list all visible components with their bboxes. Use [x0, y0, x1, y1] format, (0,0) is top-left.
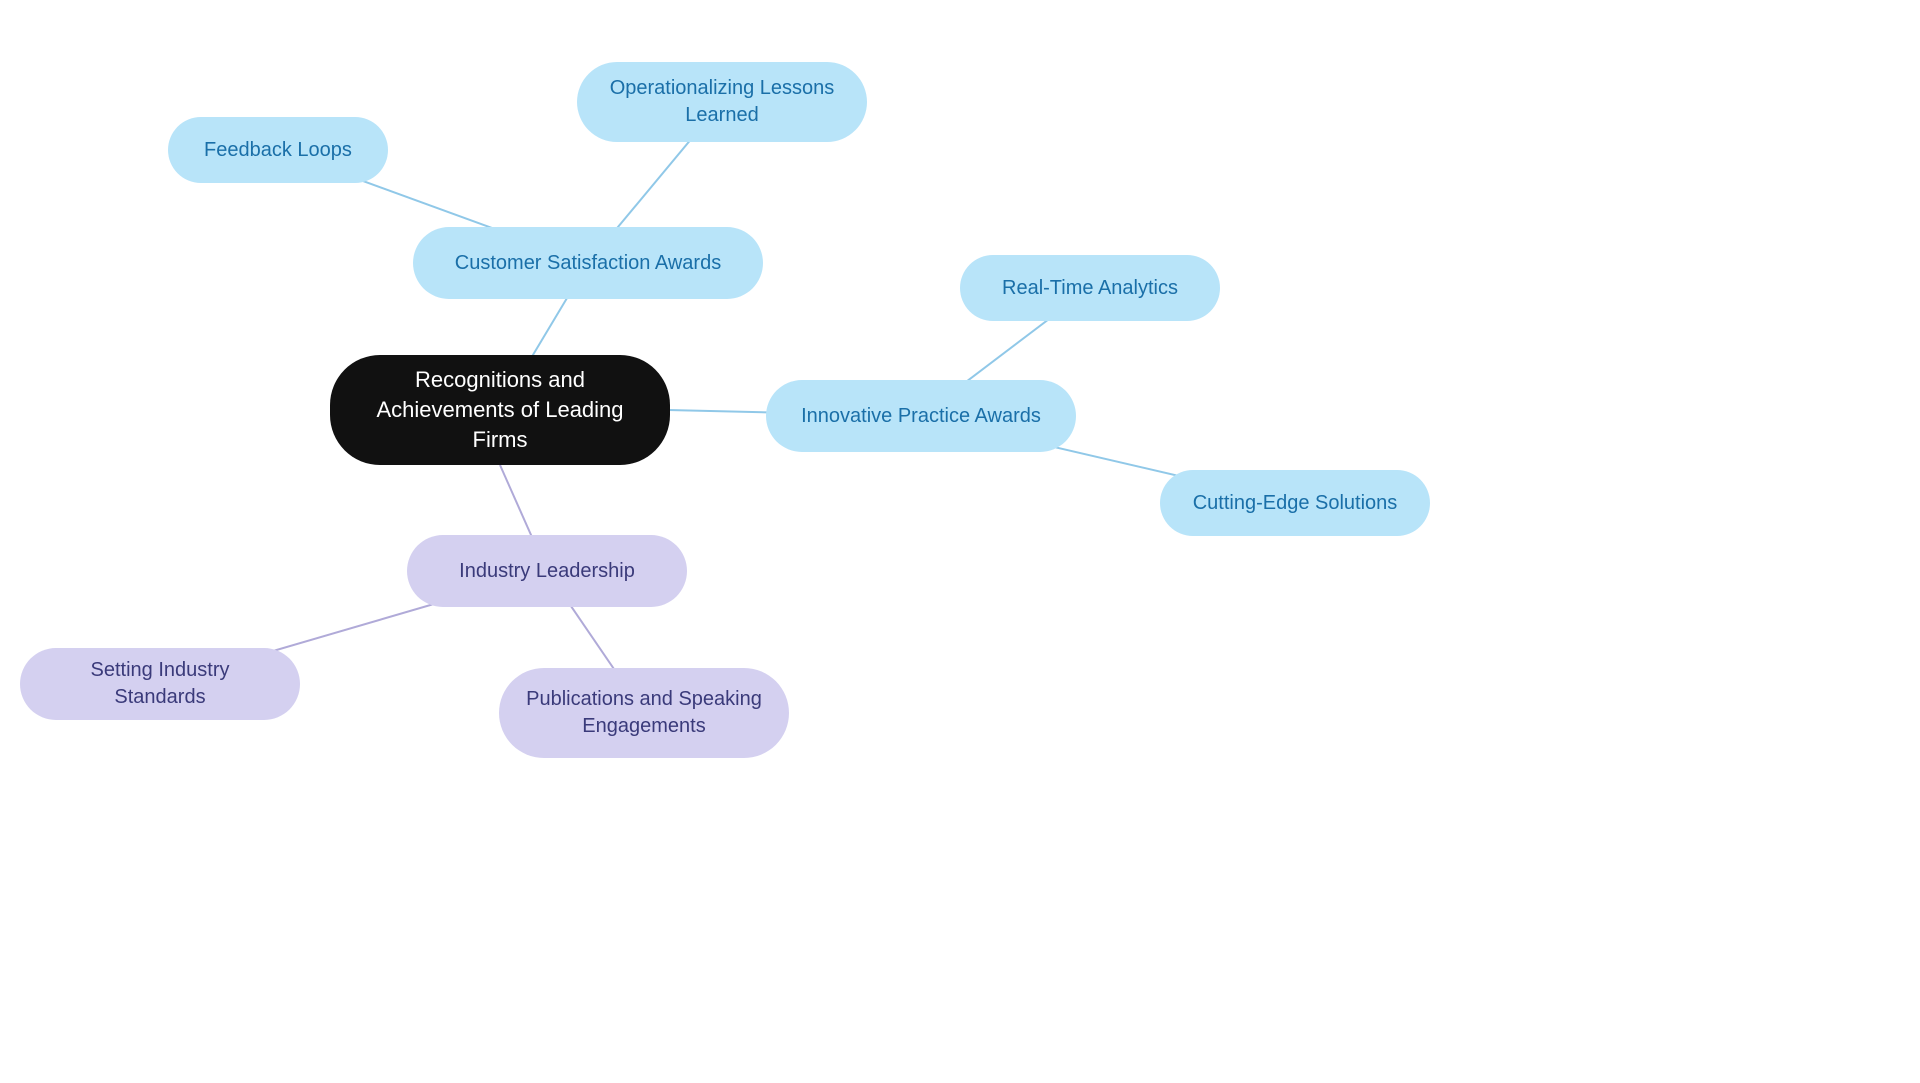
publications-node[interactable]: Publications and Speaking Engagements [499, 668, 789, 758]
feedback-loops-node[interactable]: Feedback Loops [168, 117, 388, 183]
innovative-practice-node[interactable]: Innovative Practice Awards [766, 380, 1076, 452]
realtime-analytics-node[interactable]: Real-Time Analytics [960, 255, 1220, 321]
customer-satisfaction-node[interactable]: Customer Satisfaction Awards [413, 227, 763, 299]
industry-leadership-node[interactable]: Industry Leadership [407, 535, 687, 607]
center-node: Recognitions and Achievements of Leading… [330, 355, 670, 465]
industry-leadership-label: Industry Leadership [459, 558, 635, 585]
customer-satisfaction-label: Customer Satisfaction Awards [455, 250, 721, 277]
setting-industry-standards-node[interactable]: Setting Industry Standards [20, 648, 300, 720]
cutting-edge-label: Cutting-Edge Solutions [1193, 490, 1398, 517]
operationalizing-label: Operationalizing Lessons Learned [601, 75, 843, 129]
center-node-label: Recognitions and Achievements of Leading… [354, 365, 646, 454]
innovative-practice-label: Innovative Practice Awards [801, 403, 1041, 430]
feedback-loops-label: Feedback Loops [204, 137, 352, 164]
cutting-edge-node[interactable]: Cutting-Edge Solutions [1160, 470, 1430, 536]
publications-label: Publications and Speaking Engagements [523, 686, 765, 740]
setting-industry-standards-label: Setting Industry Standards [44, 657, 276, 711]
operationalizing-node[interactable]: Operationalizing Lessons Learned [577, 62, 867, 142]
realtime-analytics-label: Real-Time Analytics [1002, 275, 1178, 302]
